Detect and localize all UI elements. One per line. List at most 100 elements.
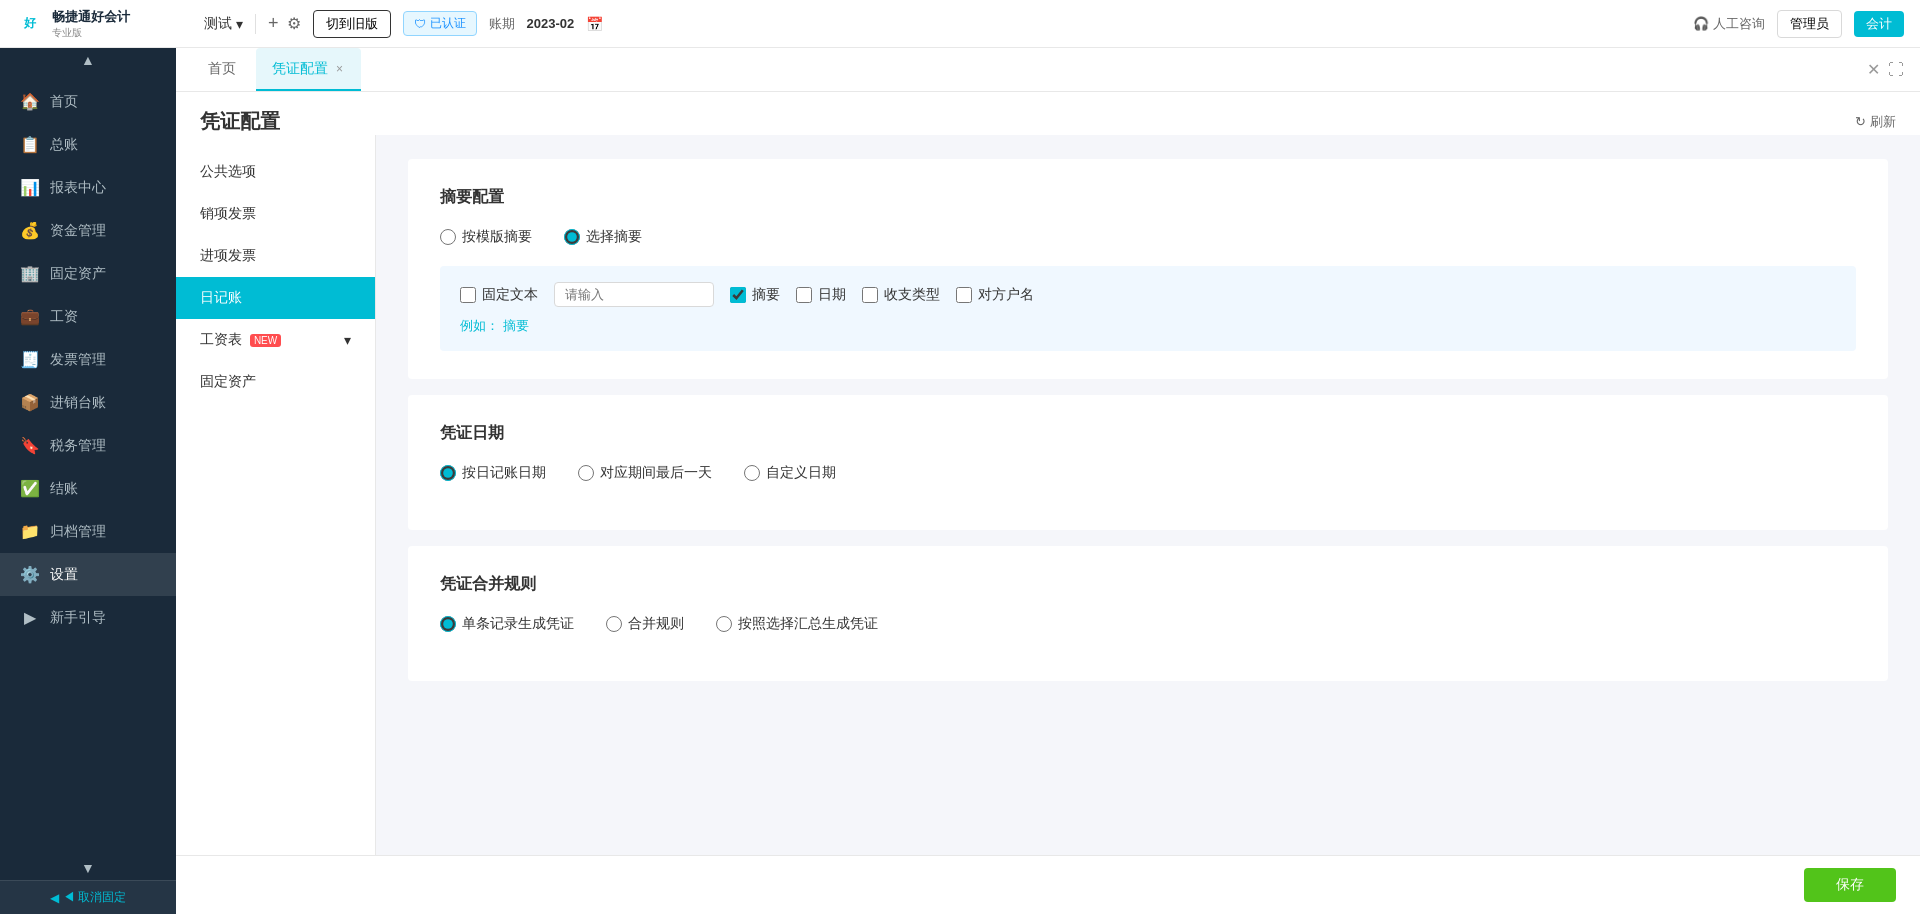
left-nav-item-public[interactable]: 公共选项 — [176, 151, 375, 193]
radio-single-record[interactable] — [440, 616, 456, 632]
manager-button[interactable]: 管理员 — [1777, 10, 1842, 38]
sidebar-scroll-down[interactable]: ▼ — [0, 856, 176, 880]
voucher-date-section: 凭证日期 按日记账日期 对应期间最后一天 — [408, 395, 1888, 530]
period-label: 账期 — [489, 15, 515, 33]
certified-badge: 🛡 已认证 — [403, 11, 477, 36]
radio-template-label[interactable]: 按模版摘要 — [440, 228, 532, 246]
guide-icon: ▶ — [20, 608, 40, 627]
sidebar-item-closing[interactable]: ✅ 结账 — [0, 467, 176, 510]
left-nav-item-payroll[interactable]: 工资表 NEW ▾ — [176, 319, 375, 361]
unfix-sidebar-button[interactable]: ◀ ◀ 取消固定 — [0, 880, 176, 914]
radio-select-summary[interactable] — [716, 616, 732, 632]
radio-template-input[interactable] — [440, 229, 456, 245]
chevron-down-icon: ▾ — [236, 16, 243, 32]
left-nav-item-output-invoice[interactable]: 销项发票 — [176, 193, 375, 235]
consult-button[interactable]: 🎧 人工咨询 — [1693, 15, 1765, 33]
fund-icon: 💰 — [20, 221, 40, 240]
top-bar: 好 畅捷通好会计 专业版 测试 ▾ + ⚙ 切到旧版 🛡 已认证 账期 2023… — [0, 0, 1920, 48]
radio-select-summary-label[interactable]: 按照选择汇总生成凭证 — [716, 615, 878, 633]
checkbox-fixed-text-label[interactable]: 固定文本 — [460, 286, 538, 304]
sidebar-item-fixed-asset[interactable]: 🏢 固定资产 — [0, 252, 176, 295]
refresh-button[interactable]: ↻ 刷新 — [1855, 113, 1896, 131]
tab-voucher-label: 凭证配置 — [272, 60, 328, 78]
radio-last-day-label[interactable]: 对应期间最后一天 — [578, 464, 712, 482]
summary-section-title: 摘要配置 — [440, 187, 1856, 208]
left-nav-item-journal[interactable]: 日记账 — [176, 277, 375, 319]
headset-icon: 🎧 — [1693, 16, 1709, 31]
sidebar-item-label: 报表中心 — [50, 179, 106, 197]
sidebar-item-home[interactable]: 🏠 首页 — [0, 80, 176, 123]
top-actions: + ⚙ — [268, 13, 301, 34]
sidebar-item-archive[interactable]: 📁 归档管理 — [0, 510, 176, 553]
tax-icon: 🔖 — [20, 436, 40, 455]
sidebar-item-salary[interactable]: 💼 工资 — [0, 295, 176, 338]
calendar-icon[interactable]: 📅 — [586, 16, 603, 32]
checkbox-counterpart[interactable] — [956, 287, 972, 303]
checkbox-fixed-text[interactable] — [460, 287, 476, 303]
radio-select-label[interactable]: 选择摘要 — [564, 228, 642, 246]
sidebar-item-label: 工资 — [50, 308, 78, 326]
checkbox-date-label[interactable]: 日期 — [796, 286, 846, 304]
sidebar-scroll-up[interactable]: ▲ — [0, 48, 176, 72]
sidebar-item-label: 结账 — [50, 480, 78, 498]
asset-icon: 🏢 — [20, 264, 40, 283]
archive-icon: 📁 — [20, 522, 40, 541]
left-nav-item-input-invoice[interactable]: 进项发票 — [176, 235, 375, 277]
company-selector[interactable]: 测试 ▾ — [204, 15, 243, 33]
sidebar-item-label: 首页 — [50, 93, 78, 111]
purchase-sale-icon: 📦 — [20, 393, 40, 412]
sidebar-item-ledger[interactable]: 📋 总账 — [0, 123, 176, 166]
checkbox-counterpart-label[interactable]: 对方户名 — [956, 286, 1034, 304]
sidebar-item-label: 资金管理 — [50, 222, 106, 240]
sidebar-item-tax[interactable]: 🔖 税务管理 — [0, 424, 176, 467]
radio-merge-rule-label[interactable]: 合并规则 — [606, 615, 684, 633]
sidebar-item-settings[interactable]: ⚙️ 设置 — [0, 553, 176, 596]
sidebar-item-label: 税务管理 — [50, 437, 106, 455]
checkbox-date[interactable] — [796, 287, 812, 303]
app-logo-icon: 好 — [16, 10, 44, 38]
close-all-tabs-button[interactable]: ✕ — [1867, 60, 1880, 79]
checkbox-summary[interactable] — [730, 287, 746, 303]
radio-last-day[interactable] — [578, 465, 594, 481]
radio-select-input[interactable] — [564, 229, 580, 245]
tab-voucher-config[interactable]: 凭证配置 × — [256, 48, 361, 91]
sidebar-item-label: 固定资产 — [50, 265, 106, 283]
radio-by-journal-label[interactable]: 按日记账日期 — [440, 464, 546, 482]
fixed-text-input[interactable] — [554, 282, 714, 307]
fullscreen-button[interactable]: ⛶ — [1888, 60, 1904, 79]
settings-icon: ⚙️ — [20, 565, 40, 584]
switch-old-button[interactable]: 切到旧版 — [313, 10, 391, 38]
summary-sub-options: 固定文本 摘要 日期 — [440, 266, 1856, 351]
refresh-icon: ↻ — [1855, 114, 1866, 129]
checkbox-payment-type-label[interactable]: 收支类型 — [862, 286, 940, 304]
sidebar-item-label: 归档管理 — [50, 523, 106, 541]
left-nav-item-fixed-asset[interactable]: 固定资产 — [176, 361, 375, 403]
sidebar-item-fund[interactable]: 💰 资金管理 — [0, 209, 176, 252]
save-button[interactable]: 保存 — [1804, 868, 1896, 902]
radio-by-journal[interactable] — [440, 465, 456, 481]
radio-single-record-label[interactable]: 单条记录生成凭证 — [440, 615, 574, 633]
sidebar-item-purchase-sale[interactable]: 📦 进销台账 — [0, 381, 176, 424]
report-icon: 📊 — [20, 178, 40, 197]
accountant-button[interactable]: 会计 — [1854, 11, 1904, 37]
sidebar-item-report[interactable]: 📊 报表中心 — [0, 166, 176, 209]
page-header: 凭证配置 ↻ 刷新 — [176, 92, 1920, 135]
tab-close-button[interactable]: × — [334, 62, 345, 76]
invoice-icon: 🧾 — [20, 350, 40, 369]
settings-icon-button[interactable]: ⚙ — [287, 14, 301, 33]
example-text: 例如： 摘要 — [460, 317, 1836, 335]
config-content: 摘要配置 按模版摘要 选择摘要 — [376, 135, 1920, 855]
checkbox-payment-type[interactable] — [862, 287, 878, 303]
add-button[interactable]: + — [268, 13, 279, 34]
radio-merge-rule[interactable] — [606, 616, 622, 632]
voucher-date-title: 凭证日期 — [440, 423, 1856, 444]
radio-custom-date[interactable] — [744, 465, 760, 481]
sidebar-item-invoice[interactable]: 🧾 发票管理 — [0, 338, 176, 381]
top-bar-right: 🎧 人工咨询 管理员 会计 — [1693, 10, 1904, 38]
tab-bar-actions: ✕ ⛶ — [1867, 60, 1904, 79]
shield-icon: 🛡 — [414, 17, 426, 31]
tab-home[interactable]: 首页 — [192, 48, 252, 91]
sidebar-item-guide[interactable]: ▶ 新手引导 — [0, 596, 176, 639]
radio-custom-date-label[interactable]: 自定义日期 — [744, 464, 836, 482]
checkbox-summary-label[interactable]: 摘要 — [730, 286, 780, 304]
